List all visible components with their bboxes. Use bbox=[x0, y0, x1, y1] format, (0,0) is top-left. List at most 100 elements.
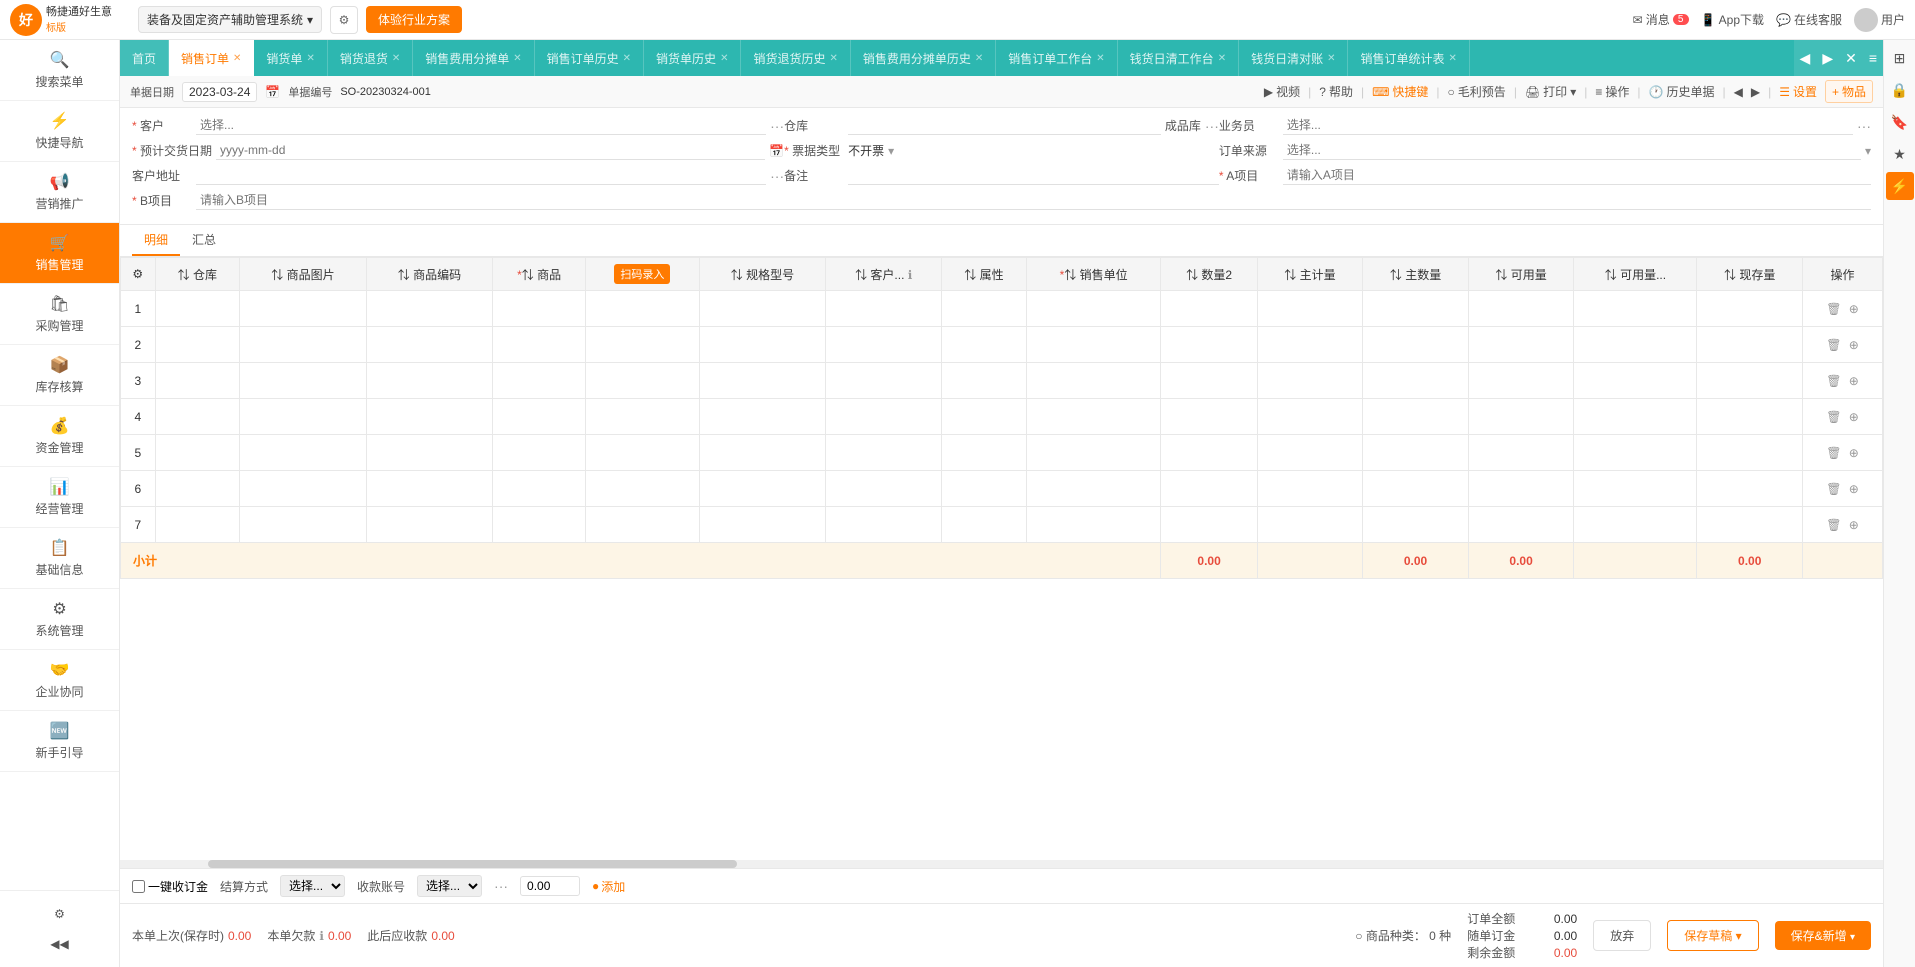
th-main-unit[interactable]: ⇅ 主计量 bbox=[1257, 258, 1363, 291]
row-attr-7[interactable] bbox=[942, 507, 1027, 543]
tab-menu-btn[interactable]: ≡ bbox=[1863, 40, 1883, 76]
save-draft-button[interactable]: 保存草稿 ▾ bbox=[1667, 920, 1758, 951]
customer-address-input[interactable] bbox=[196, 166, 766, 185]
online-service-item[interactable]: 💬 在线客服 bbox=[1776, 11, 1842, 28]
delete-icon-5[interactable]: 🗑 bbox=[1826, 446, 1841, 460]
row-qty2-2[interactable] bbox=[1161, 327, 1257, 363]
delivery-date-input[interactable] bbox=[216, 141, 765, 160]
row-spec-5[interactable] bbox=[699, 435, 826, 471]
print-btn[interactable]: 🖨 打印 ▾ bbox=[1525, 83, 1576, 100]
staff-input[interactable] bbox=[1283, 116, 1853, 135]
row-unit-5[interactable] bbox=[1026, 435, 1161, 471]
row-attr-6[interactable] bbox=[942, 471, 1027, 507]
tab-return-history[interactable]: 销货退货历史 ✕ bbox=[741, 40, 850, 76]
tab-home[interactable]: 首页 bbox=[120, 40, 169, 76]
sidebar-item-system[interactable]: ⚙ 系统管理 bbox=[0, 589, 119, 650]
row-current-stock-5[interactable] bbox=[1697, 435, 1803, 471]
row-available-4[interactable] bbox=[1468, 399, 1574, 435]
row-unit-4[interactable] bbox=[1026, 399, 1161, 435]
copy-icon-6[interactable]: ⊕ bbox=[1849, 482, 1859, 496]
sidebar-item-purchase[interactable]: 🛍 采购管理 bbox=[0, 284, 119, 345]
row-attr-4[interactable] bbox=[942, 399, 1027, 435]
row-warehouse-2[interactable] bbox=[155, 327, 240, 363]
account-select[interactable]: 选择... bbox=[417, 875, 482, 897]
th-code[interactable]: ⇅ 商品编码 bbox=[366, 258, 493, 291]
row-goods-5[interactable] bbox=[493, 435, 586, 471]
delivery-date-calendar-icon[interactable]: 📅 bbox=[769, 144, 784, 158]
actions-btn[interactable]: ≡ 操作 bbox=[1595, 83, 1629, 100]
row-available-7[interactable] bbox=[1468, 507, 1574, 543]
th-unit[interactable]: *⇅ 销售单位 bbox=[1026, 258, 1161, 291]
row-spec-1[interactable] bbox=[699, 291, 826, 327]
table-row[interactable]: 3 🗑 ⊕ bbox=[121, 363, 1883, 399]
delete-icon-3[interactable]: 🗑 bbox=[1826, 374, 1841, 388]
account-more-icon[interactable]: ··· bbox=[494, 878, 508, 894]
th-warehouse[interactable]: ⇅ 仓库 bbox=[155, 258, 240, 291]
row-main-unit-4[interactable] bbox=[1257, 399, 1363, 435]
row-current-stock-7[interactable] bbox=[1697, 507, 1803, 543]
row-code-2[interactable] bbox=[366, 327, 493, 363]
copy-icon-4[interactable]: ⊕ bbox=[1849, 410, 1859, 424]
row-main-unit-3[interactable] bbox=[1257, 363, 1363, 399]
th-available2[interactable]: ⇅ 可用量... bbox=[1574, 258, 1697, 291]
address-more-icon[interactable]: ··· bbox=[770, 168, 784, 184]
row-current-stock-3[interactable] bbox=[1697, 363, 1803, 399]
nav-next-btn[interactable]: ▶ bbox=[1751, 85, 1760, 99]
industry-button[interactable]: 体验行业方案 bbox=[366, 6, 462, 33]
row-main-unit-5[interactable] bbox=[1257, 435, 1363, 471]
row-spec-2[interactable] bbox=[699, 327, 826, 363]
row-main-qty-7[interactable] bbox=[1363, 507, 1469, 543]
row-unit-1[interactable] bbox=[1026, 291, 1161, 327]
delete-icon-4[interactable]: 🗑 bbox=[1826, 410, 1841, 424]
one-click-checkbox[interactable] bbox=[132, 880, 145, 893]
row-main-qty-4[interactable] bbox=[1363, 399, 1469, 435]
row-available-5[interactable] bbox=[1468, 435, 1574, 471]
row-spec-7[interactable] bbox=[699, 507, 826, 543]
th-main-qty[interactable]: ⇅ 主数量 bbox=[1363, 258, 1469, 291]
tab-workbench[interactable]: 销售订单工作台 ✕ bbox=[996, 40, 1117, 76]
row-available2-4[interactable] bbox=[1574, 399, 1697, 435]
order-source-dropdown-icon[interactable]: ▾ bbox=[1865, 144, 1871, 158]
tab-invoice-history[interactable]: 销货单历史 ✕ bbox=[644, 40, 741, 76]
row-main-unit-2[interactable] bbox=[1257, 327, 1363, 363]
row-main-unit-1[interactable] bbox=[1257, 291, 1363, 327]
tab-sales-invoice-close[interactable]: ✕ bbox=[306, 53, 314, 64]
delete-icon-7[interactable]: 🗑 bbox=[1826, 518, 1841, 532]
add-button[interactable]: ● 添加 bbox=[592, 878, 625, 895]
tab-fee-history-close[interactable]: ✕ bbox=[975, 53, 983, 64]
table-scrollbar[interactable] bbox=[120, 860, 1883, 868]
row-current-stock-6[interactable] bbox=[1697, 471, 1803, 507]
right-action-icon[interactable]: ⚡ bbox=[1886, 172, 1914, 200]
right-star-icon[interactable]: ★ bbox=[1886, 140, 1914, 168]
customer-input[interactable] bbox=[196, 116, 766, 135]
th-goods[interactable]: *⇅ 商品 bbox=[493, 258, 586, 291]
row-customer-code-1[interactable] bbox=[826, 291, 942, 327]
row-customer-code-3[interactable] bbox=[826, 363, 942, 399]
delete-icon-2[interactable]: 🗑 bbox=[1826, 338, 1841, 352]
row-actions-1[interactable]: 🗑 ⊕ bbox=[1803, 291, 1883, 327]
tab-return-history-close[interactable]: ✕ bbox=[829, 53, 837, 64]
nav-prev-btn[interactable]: ◀ bbox=[1734, 85, 1743, 99]
scan-button[interactable]: 扫码录入 bbox=[614, 264, 670, 284]
date-value[interactable]: 2023-03-24 bbox=[182, 82, 257, 102]
row-available2-5[interactable] bbox=[1574, 435, 1697, 471]
save-new-button[interactable]: 保存&新增 ▾ bbox=[1775, 921, 1871, 950]
calendar-icon[interactable]: 📅 bbox=[265, 85, 280, 99]
row-code-6[interactable] bbox=[366, 471, 493, 507]
copy-icon-3[interactable]: ⊕ bbox=[1849, 374, 1859, 388]
th-available[interactable]: ⇅ 可用量 bbox=[1468, 258, 1574, 291]
row-spec-6[interactable] bbox=[699, 471, 826, 507]
tab-prev-btn[interactable]: ◀ bbox=[1794, 40, 1817, 76]
th-current-stock[interactable]: ⇅ 现存量 bbox=[1697, 258, 1803, 291]
row-unit-7[interactable] bbox=[1026, 507, 1161, 543]
copy-icon-2[interactable]: ⊕ bbox=[1849, 338, 1859, 352]
row-warehouse-6[interactable] bbox=[155, 471, 240, 507]
row-actions-2[interactable]: 🗑 ⊕ bbox=[1803, 327, 1883, 363]
copy-icon-5[interactable]: ⊕ bbox=[1849, 446, 1859, 460]
tab-sales-order[interactable]: 销售订单 ✕ bbox=[169, 40, 254, 76]
sidebar-item-enterprise[interactable]: 🤝 企业协同 bbox=[0, 650, 119, 711]
a-project-input[interactable] bbox=[1283, 166, 1871, 185]
sidebar-item-finance[interactable]: 💰 资金管理 bbox=[0, 406, 119, 467]
row-code-1[interactable] bbox=[366, 291, 493, 327]
display-settings-btn[interactable]: ☰ 设置 bbox=[1779, 83, 1817, 100]
